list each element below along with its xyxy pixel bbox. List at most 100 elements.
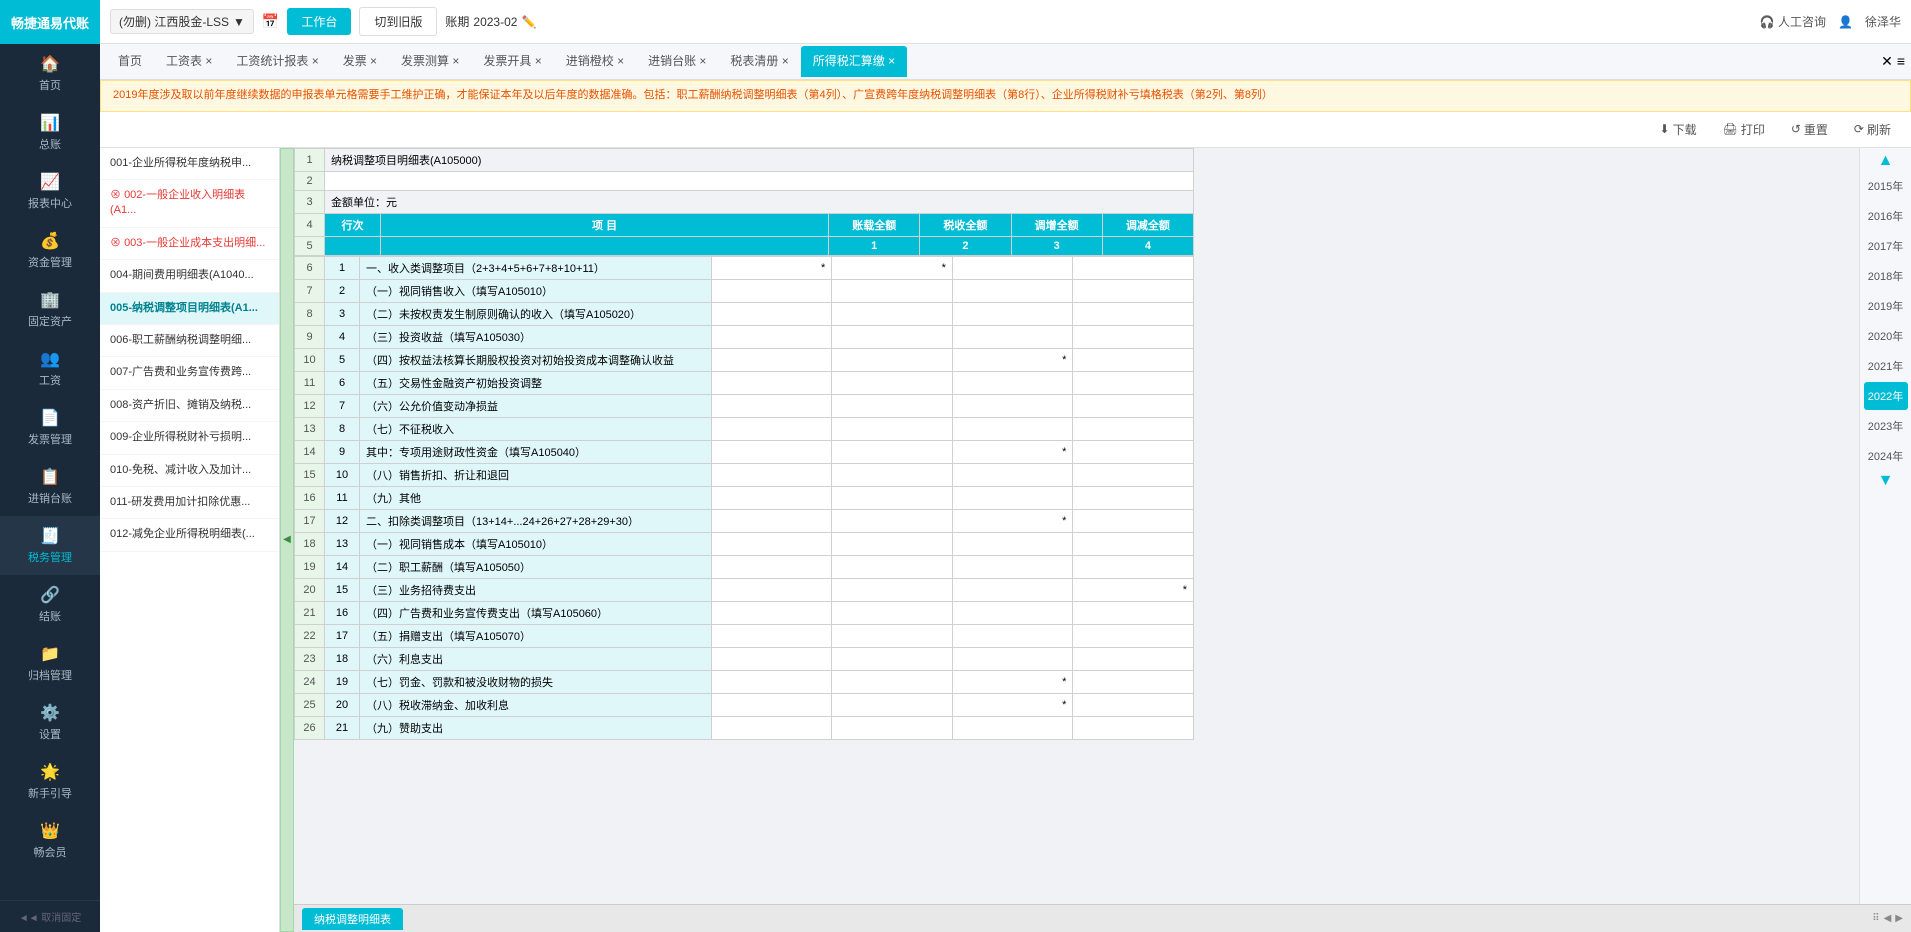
- sidebar-item-invoice[interactable]: 📄 发票管理: [0, 398, 100, 457]
- left-item-002[interactable]: ⊗ 002-一般企业收入明细表(A1...: [100, 180, 279, 228]
- sidebar-item-reports[interactable]: 📈 报表中心: [0, 162, 100, 221]
- data-cell-d[interactable]: [832, 647, 953, 670]
- more-tabs-icon[interactable]: ≡: [1897, 53, 1905, 70]
- sidebar-item-vip[interactable]: 👑 畅会员: [0, 811, 100, 870]
- data-cell-e[interactable]: [952, 325, 1073, 348]
- data-cell-f[interactable]: [1073, 302, 1194, 325]
- data-cell-f[interactable]: [1073, 463, 1194, 486]
- data-cell-d[interactable]: [832, 486, 953, 509]
- sidebar-item-purchase[interactable]: 📋 进销台账: [0, 457, 100, 516]
- data-cell-e[interactable]: [952, 555, 1073, 578]
- year-2018[interactable]: 2018年: [1864, 262, 1908, 290]
- data-cell-d[interactable]: [832, 578, 953, 601]
- year-2017[interactable]: 2017年: [1864, 232, 1908, 260]
- reset-button[interactable]: ↺ 重置: [1783, 118, 1836, 141]
- data-cell-e[interactable]: [952, 578, 1073, 601]
- data-cell-e[interactable]: [952, 716, 1073, 739]
- tab-invoice-calc[interactable]: 发票测算 ×: [389, 46, 471, 77]
- data-cell-d[interactable]: [832, 417, 953, 440]
- data-cell-e[interactable]: [952, 486, 1073, 509]
- data-cell-e[interactable]: [952, 256, 1073, 279]
- tab-payroll[interactable]: 工资表 ×: [154, 46, 224, 77]
- tab-income-tax[interactable]: 所得税汇算缴 ×: [801, 46, 907, 77]
- year-2015[interactable]: 2015年: [1864, 172, 1908, 200]
- close-tab-icon[interactable]: ✕: [1881, 53, 1893, 70]
- download-button[interactable]: ⬇ 下载: [1652, 118, 1705, 141]
- left-item-011[interactable]: 011-研发费用加计扣除优惠...: [100, 487, 279, 519]
- data-cell-d[interactable]: [832, 693, 953, 716]
- data-cell-c[interactable]: [711, 601, 832, 624]
- data-cell-d[interactable]: [832, 394, 953, 417]
- data-cell-c[interactable]: [711, 624, 832, 647]
- unpin-button[interactable]: ◄◄ 取消固定: [0, 900, 100, 932]
- data-cell-c[interactable]: [711, 670, 832, 693]
- data-cell-f[interactable]: [1073, 256, 1194, 279]
- data-cell-d[interactable]: [832, 716, 953, 739]
- data-cell-c[interactable]: [711, 463, 832, 486]
- data-cell-c[interactable]: [711, 486, 832, 509]
- left-item-004[interactable]: 004-期间费用明细表(A1040...: [100, 260, 279, 292]
- data-cell-c[interactable]: [711, 417, 832, 440]
- data-cell-f[interactable]: [1073, 394, 1194, 417]
- left-item-012[interactable]: 012-减免企业所得税明细表(...: [100, 519, 279, 551]
- tab-tax-list[interactable]: 税表清册 ×: [718, 46, 800, 77]
- data-cell-c[interactable]: [711, 371, 832, 394]
- data-cell-c[interactable]: [711, 532, 832, 555]
- data-cell-c[interactable]: [711, 509, 832, 532]
- tab-invoice[interactable]: 发票 ×: [331, 46, 389, 77]
- data-cell-c[interactable]: [711, 716, 832, 739]
- data-cell-c[interactable]: [711, 325, 832, 348]
- data-cell-f[interactable]: [1073, 670, 1194, 693]
- year-down-icon[interactable]: ▼: [1878, 472, 1894, 490]
- year-2022[interactable]: 2022年: [1864, 382, 1908, 410]
- data-cell-e[interactable]: *: [952, 348, 1073, 371]
- company-selector[interactable]: (勿删) 江西股金-LSS ▼: [110, 9, 254, 34]
- data-cell-c[interactable]: [711, 394, 832, 417]
- data-cell-f[interactable]: [1073, 486, 1194, 509]
- data-cell-e[interactable]: [952, 624, 1073, 647]
- data-cell-f[interactable]: [1073, 371, 1194, 394]
- left-item-009[interactable]: 009-企业所得税财补亏损明...: [100, 422, 279, 454]
- data-cell-f[interactable]: [1073, 716, 1194, 739]
- year-2023[interactable]: 2023年: [1864, 412, 1908, 440]
- scroll-right-icon[interactable]: ▶: [1895, 913, 1903, 924]
- data-cell-f[interactable]: [1073, 647, 1194, 670]
- sidebar-item-tax[interactable]: 🧾 税务管理: [0, 516, 100, 575]
- sidebar-item-close[interactable]: 🔗 结账: [0, 575, 100, 634]
- year-2024[interactable]: 2024年: [1864, 442, 1908, 470]
- data-cell-f[interactable]: [1073, 325, 1194, 348]
- left-item-006[interactable]: 006-职工薪酬纳税调整明细...: [100, 325, 279, 357]
- tab-home[interactable]: 首页: [106, 46, 154, 77]
- year-2021[interactable]: 2021年: [1864, 352, 1908, 380]
- data-cell-f[interactable]: [1073, 509, 1194, 532]
- data-cell-e[interactable]: *: [952, 509, 1073, 532]
- data-cell-e[interactable]: [952, 463, 1073, 486]
- data-cell-d[interactable]: [832, 302, 953, 325]
- data-cell-d[interactable]: *: [832, 256, 953, 279]
- data-cell-d[interactable]: [832, 279, 953, 302]
- tab-invoice-open[interactable]: 发票开具 ×: [471, 46, 553, 77]
- print-button[interactable]: 🖨 打印: [1715, 118, 1773, 141]
- sidebar-item-home[interactable]: 🏠 首页: [0, 44, 100, 103]
- refresh-button[interactable]: ⟳ 刷新: [1846, 118, 1899, 141]
- tab-payroll-stat[interactable]: 工资统计报表 ×: [224, 46, 330, 77]
- data-cell-d[interactable]: [832, 670, 953, 693]
- data-cell-e[interactable]: [952, 532, 1073, 555]
- year-up-icon[interactable]: ▲: [1878, 152, 1894, 170]
- sidebar-item-finance[interactable]: 💰 资金管理: [0, 221, 100, 280]
- data-cell-c[interactable]: [711, 440, 832, 463]
- data-cell-f[interactable]: [1073, 279, 1194, 302]
- data-cell-d[interactable]: [832, 463, 953, 486]
- data-cell-c[interactable]: *: [711, 256, 832, 279]
- data-cell-f[interactable]: [1073, 624, 1194, 647]
- data-cell-e[interactable]: *: [952, 693, 1073, 716]
- data-cell-d[interactable]: [832, 348, 953, 371]
- data-cell-d[interactable]: [832, 509, 953, 532]
- sidebar-item-ledger[interactable]: 📊 总账: [0, 103, 100, 162]
- tab-purchase-ledger[interactable]: 进销台账 ×: [636, 46, 718, 77]
- left-item-003[interactable]: ⊗ 003-一般企业成本支出明细...: [100, 228, 279, 260]
- data-cell-f[interactable]: [1073, 348, 1194, 371]
- sidebar-item-settings[interactable]: ⚙️ 设置: [0, 693, 100, 752]
- left-item-001[interactable]: 001-企业所得税年度纳税申...: [100, 148, 279, 180]
- data-cell-d[interactable]: [832, 440, 953, 463]
